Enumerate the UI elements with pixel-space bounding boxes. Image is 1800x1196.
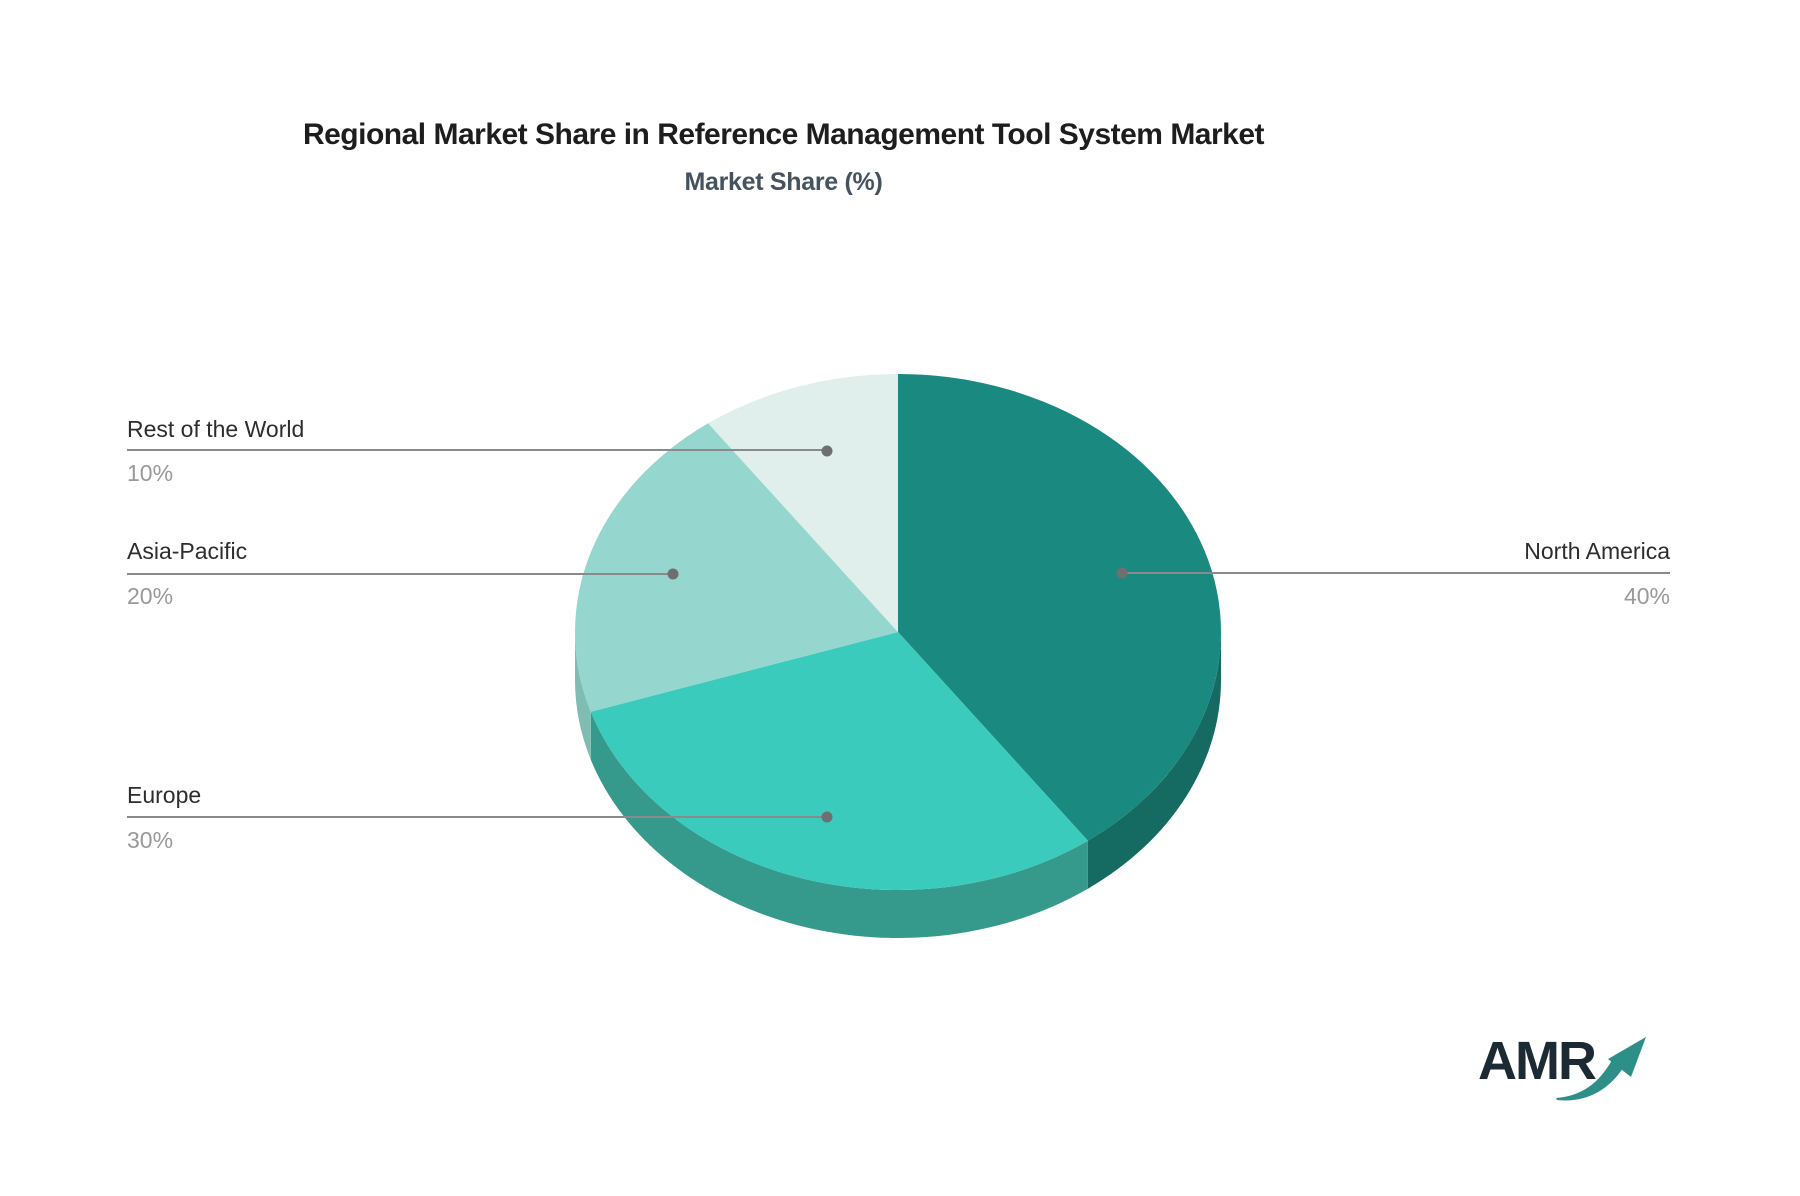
pie-slices — [575, 374, 1221, 938]
callout-value-europe: 30% — [127, 827, 174, 853]
callout-label-north-america: North America — [1524, 538, 1670, 564]
amr-logo: AMR — [1478, 1030, 1668, 1110]
callout-value-north-america: 40% — [1623, 583, 1670, 609]
growth-arrow-icon — [1556, 1037, 1646, 1101]
callout-value-asia-pacific: 20% — [127, 583, 174, 609]
callout-value-rest-of-the-world: 10% — [127, 460, 174, 486]
leader-dot-north-america — [1116, 567, 1128, 579]
pie-chart-canvas — [127, 374, 1670, 938]
leader-dot-europe — [821, 811, 833, 823]
leader-dot-rest-of-the-world — [821, 445, 833, 457]
callout-label-asia-pacific: Asia-Pacific — [127, 538, 248, 564]
callout-label-rest-of-the-world: Rest of the World — [127, 416, 305, 442]
chart-page: Regional Market Share in Reference Manag… — [0, 0, 1800, 1196]
callout-label-europe: Europe — [127, 782, 202, 808]
leader-dot-asia-pacific — [667, 568, 679, 580]
